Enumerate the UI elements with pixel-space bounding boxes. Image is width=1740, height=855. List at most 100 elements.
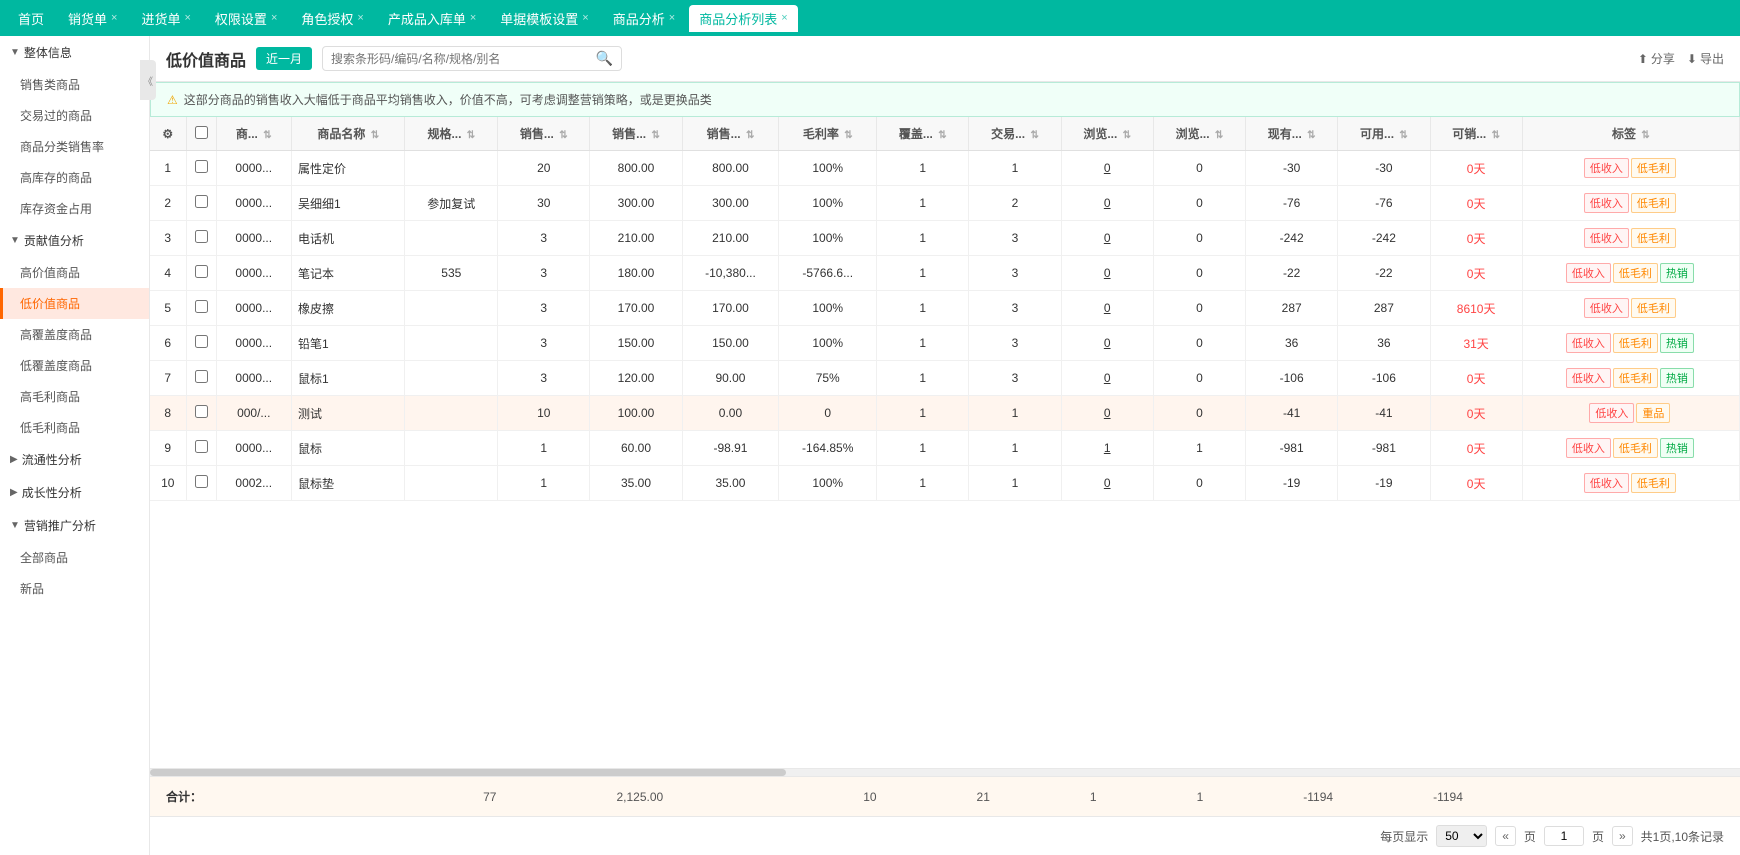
sidebar-item-new-goods[interactable]: 新品 xyxy=(0,573,149,604)
browse-link[interactable]: 0 xyxy=(1104,266,1111,280)
sidebar-section-overview[interactable]: ▼整体信息 xyxy=(0,36,149,69)
nav-template[interactable]: 单据模板设置 × xyxy=(490,5,598,32)
row-checkbox[interactable] xyxy=(195,440,208,453)
sidebar-item-low-profit[interactable]: 低毛利商品 xyxy=(0,412,149,443)
row-check[interactable] xyxy=(186,396,216,431)
sidebar-section-growth[interactable]: ▶成长性分析 xyxy=(0,476,149,509)
row-view1[interactable]: 0 xyxy=(1061,151,1153,186)
col-tags-header[interactable]: 标签 ⇅ xyxy=(1522,117,1739,151)
sidebar-section-contribution[interactable]: ▼贡献值分析 xyxy=(0,224,149,257)
col-coverage-header[interactable]: 覆盖... ⇅ xyxy=(877,117,969,151)
row-check[interactable] xyxy=(186,431,216,466)
row-checkbox[interactable] xyxy=(195,230,208,243)
page-number-input[interactable] xyxy=(1544,826,1584,846)
col-saleable-header[interactable]: 可销... ⇅ xyxy=(1430,117,1522,151)
row-view1[interactable]: 0 xyxy=(1061,221,1153,256)
row-view1[interactable]: 0 xyxy=(1061,396,1153,431)
col-trade-header[interactable]: 交易... ⇅ xyxy=(969,117,1061,151)
close-icon[interactable]: × xyxy=(669,12,675,24)
row-checkbox[interactable] xyxy=(195,300,208,313)
sidebar-item-high-coverage[interactable]: 高覆盖度商品 xyxy=(0,319,149,350)
col-margin-header[interactable]: 毛利率 ⇅ xyxy=(779,117,877,151)
col-view2-header[interactable]: 浏览... ⇅ xyxy=(1153,117,1245,151)
row-check[interactable] xyxy=(186,326,216,361)
nav-role[interactable]: 角色授权 × xyxy=(291,5,373,32)
sidebar-item-high-profit[interactable]: 高毛利商品 xyxy=(0,381,149,412)
row-check[interactable] xyxy=(186,256,216,291)
browse-link[interactable]: 0 xyxy=(1104,476,1111,490)
row-checkbox[interactable] xyxy=(195,475,208,488)
prev-page-button[interactable]: « xyxy=(1495,826,1516,846)
col-sale1-header[interactable]: 销售... ⇅ xyxy=(498,117,590,151)
sidebar-collapse-button[interactable]: 《 xyxy=(140,60,156,100)
sidebar-item-low-coverage[interactable]: 低覆盖度商品 xyxy=(0,350,149,381)
row-checkbox[interactable] xyxy=(195,195,208,208)
close-icon[interactable]: × xyxy=(582,12,588,24)
row-view1[interactable]: 0 xyxy=(1061,291,1153,326)
col-view1-header[interactable]: 浏览... ⇅ xyxy=(1061,117,1153,151)
nav-sales[interactable]: 销货单 × xyxy=(58,5,127,32)
next-page-button[interactable]: » xyxy=(1612,826,1633,846)
col-spec-header[interactable]: 规格... ⇅ xyxy=(405,117,498,151)
col-settings[interactable]: ⚙ xyxy=(150,117,186,151)
row-view1[interactable]: 0 xyxy=(1061,186,1153,221)
close-icon[interactable]: × xyxy=(470,12,476,24)
per-page-select[interactable]: 50 100 200 xyxy=(1436,825,1487,847)
browse-link[interactable]: 0 xyxy=(1104,406,1111,420)
sidebar-item-all-goods[interactable]: 全部商品 xyxy=(0,542,149,573)
col-sale2-header[interactable]: 销售... ⇅ xyxy=(590,117,682,151)
row-check[interactable] xyxy=(186,151,216,186)
row-check[interactable] xyxy=(186,361,216,396)
row-view1[interactable]: 0 xyxy=(1061,256,1153,291)
nav-purchase[interactable]: 进货单 × xyxy=(131,5,200,32)
close-icon[interactable]: × xyxy=(781,12,787,24)
sidebar-item-traded-goods[interactable]: 交易过的商品 xyxy=(0,100,149,131)
sidebar-item-high-stock[interactable]: 高库存的商品 xyxy=(0,162,149,193)
nav-permission[interactable]: 权限设置 × xyxy=(205,5,287,32)
browse-link[interactable]: 0 xyxy=(1104,161,1111,175)
row-checkbox[interactable] xyxy=(195,160,208,173)
browse-link[interactable]: 0 xyxy=(1104,231,1111,245)
col-available-header[interactable]: 可用... ⇅ xyxy=(1338,117,1430,151)
col-code-header[interactable]: 商... ⇅ xyxy=(216,117,291,151)
browse-link[interactable]: 0 xyxy=(1104,336,1111,350)
row-view1[interactable]: 0 xyxy=(1061,466,1153,501)
row-check[interactable] xyxy=(186,291,216,326)
row-checkbox[interactable] xyxy=(195,265,208,278)
search-icon[interactable]: 🔍 xyxy=(596,50,613,67)
row-check[interactable] xyxy=(186,466,216,501)
close-icon[interactable]: × xyxy=(184,12,190,24)
row-view1[interactable]: 0 xyxy=(1061,361,1153,396)
close-icon[interactable]: × xyxy=(111,12,117,24)
sidebar-item-category-rate[interactable]: 商品分类销售率 xyxy=(0,131,149,162)
row-checkbox[interactable] xyxy=(195,335,208,348)
search-input[interactable] xyxy=(331,52,592,66)
close-icon[interactable]: × xyxy=(271,12,277,24)
col-check[interactable] xyxy=(186,117,216,151)
row-check[interactable] xyxy=(186,221,216,256)
close-icon[interactable]: × xyxy=(357,12,363,24)
sidebar-item-sales-goods[interactable]: 销售类商品 xyxy=(0,69,149,100)
browse-link[interactable]: 0 xyxy=(1104,301,1111,315)
share-button[interactable]: ⬆ 分享 xyxy=(1638,50,1675,67)
browse-link[interactable]: 1 xyxy=(1104,441,1111,455)
sidebar-item-stock-capital[interactable]: 库存资金占用 xyxy=(0,193,149,224)
row-view1[interactable]: 1 xyxy=(1061,431,1153,466)
nav-product-in[interactable]: 产成品入库单 × xyxy=(378,5,486,32)
row-view1[interactable]: 0 xyxy=(1061,326,1153,361)
row-checkbox[interactable] xyxy=(195,370,208,383)
sidebar-section-marketing[interactable]: ▼营销推广分析 xyxy=(0,509,149,542)
sidebar-section-flow[interactable]: ▶流通性分析 xyxy=(0,443,149,476)
filter-button[interactable]: 近一月 xyxy=(256,47,312,70)
col-name-header[interactable]: 商品名称 ⇅ xyxy=(291,117,405,151)
browse-link[interactable]: 0 xyxy=(1104,371,1111,385)
row-check[interactable] xyxy=(186,186,216,221)
nav-goods-analysis[interactable]: 商品分析 × xyxy=(603,5,685,32)
col-sale3-header[interactable]: 销售... ⇅ xyxy=(682,117,779,151)
sidebar-item-low-value[interactable]: 低价值商品 xyxy=(0,288,149,319)
sidebar-item-high-value[interactable]: 高价值商品 xyxy=(0,257,149,288)
horizontal-scrollbar[interactable] xyxy=(150,768,1740,776)
col-current-header[interactable]: 现有... ⇅ xyxy=(1246,117,1338,151)
nav-home[interactable]: 首页 xyxy=(8,5,54,32)
row-checkbox[interactable] xyxy=(195,405,208,418)
